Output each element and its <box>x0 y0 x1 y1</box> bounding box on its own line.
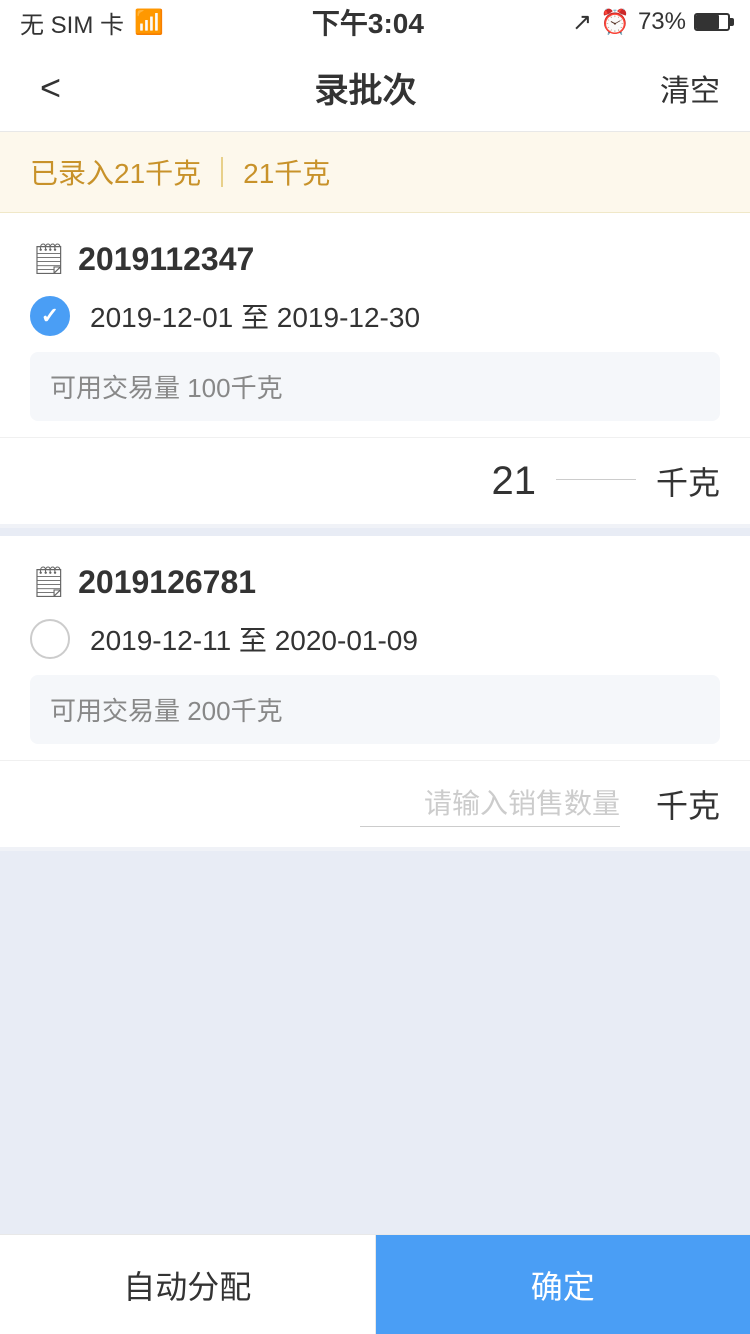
batch2-icon: 🗒 <box>30 565 68 600</box>
battery-icon <box>694 13 730 31</box>
battery-pct: 73% <box>638 8 686 36</box>
auto-distribute-button[interactable]: 自动分配 <box>0 1235 376 1334</box>
batch1-card: 🗒 2019112347 2019-12-01 至 2019-12-30 可用交… <box>0 213 750 524</box>
batch2-available: 可用交易量 200千克 <box>30 675 720 744</box>
batch2-header: 🗒 2019126781 <box>0 536 750 611</box>
confirm-button[interactable]: 确定 <box>376 1235 750 1334</box>
status-time: 下午3:04 <box>312 2 424 42</box>
batch2-id: 2019126781 <box>78 564 256 601</box>
batch1-unit: 千克 <box>656 458 720 504</box>
clear-button[interactable]: 清空 <box>660 66 720 110</box>
batch2-date-row: 2019-12-11 至 2020-01-09 <box>0 611 750 667</box>
batch2-date: 2019-12-11 至 2020-01-09 <box>90 619 418 659</box>
status-left: 无 SIM 卡 📶 <box>20 5 164 40</box>
back-button[interactable]: < <box>30 57 71 119</box>
no-sim-text: 无 SIM 卡 <box>20 5 124 40</box>
batch2-card: 🗒 2019126781 2019-12-11 至 2020-01-09 可用交… <box>0 536 750 847</box>
batch2-radio[interactable] <box>30 619 70 659</box>
page-title: 录批次 <box>315 63 417 112</box>
batch1-header: 🗒 2019112347 <box>0 213 750 288</box>
recorded-value: 21千克 <box>243 152 330 192</box>
batch1-icon: 🗒 <box>30 242 68 277</box>
batch1-amount: 21 <box>491 459 536 504</box>
batch2-unit: 千克 <box>656 781 720 827</box>
info-banner: 已录入21千克 21千克 <box>0 132 750 213</box>
nav-bar: < 录批次 清空 <box>0 44 750 132</box>
recorded-label: 已录入21千克 <box>30 152 201 192</box>
batch1-underline <box>556 479 636 480</box>
footer: 自动分配 确定 <box>0 1234 750 1334</box>
batch2-placeholder[interactable]: 请输入销售数量 <box>360 782 620 827</box>
wifi-icon: 📶 <box>134 8 164 37</box>
status-right: ↗ ⏰ 73% <box>572 8 730 37</box>
location-icon: ↗ <box>572 8 592 37</box>
banner-divider <box>221 157 223 187</box>
batch1-date-row: 2019-12-01 至 2019-12-30 <box>0 288 750 344</box>
batch1-radio[interactable] <box>30 296 70 336</box>
alarm-icon: ⏰ <box>600 8 630 37</box>
batch1-available: 可用交易量 100千克 <box>30 352 720 421</box>
status-bar: 无 SIM 卡 📶 下午3:04 ↗ ⏰ 73% <box>0 0 750 44</box>
batch2-amount-row: 请输入销售数量 千克 <box>0 760 750 847</box>
batch1-date: 2019-12-01 至 2019-12-30 <box>90 296 420 336</box>
batch1-amount-row: 21 千克 <box>0 437 750 524</box>
batch1-id: 2019112347 <box>78 241 254 278</box>
section-divider <box>0 528 750 536</box>
